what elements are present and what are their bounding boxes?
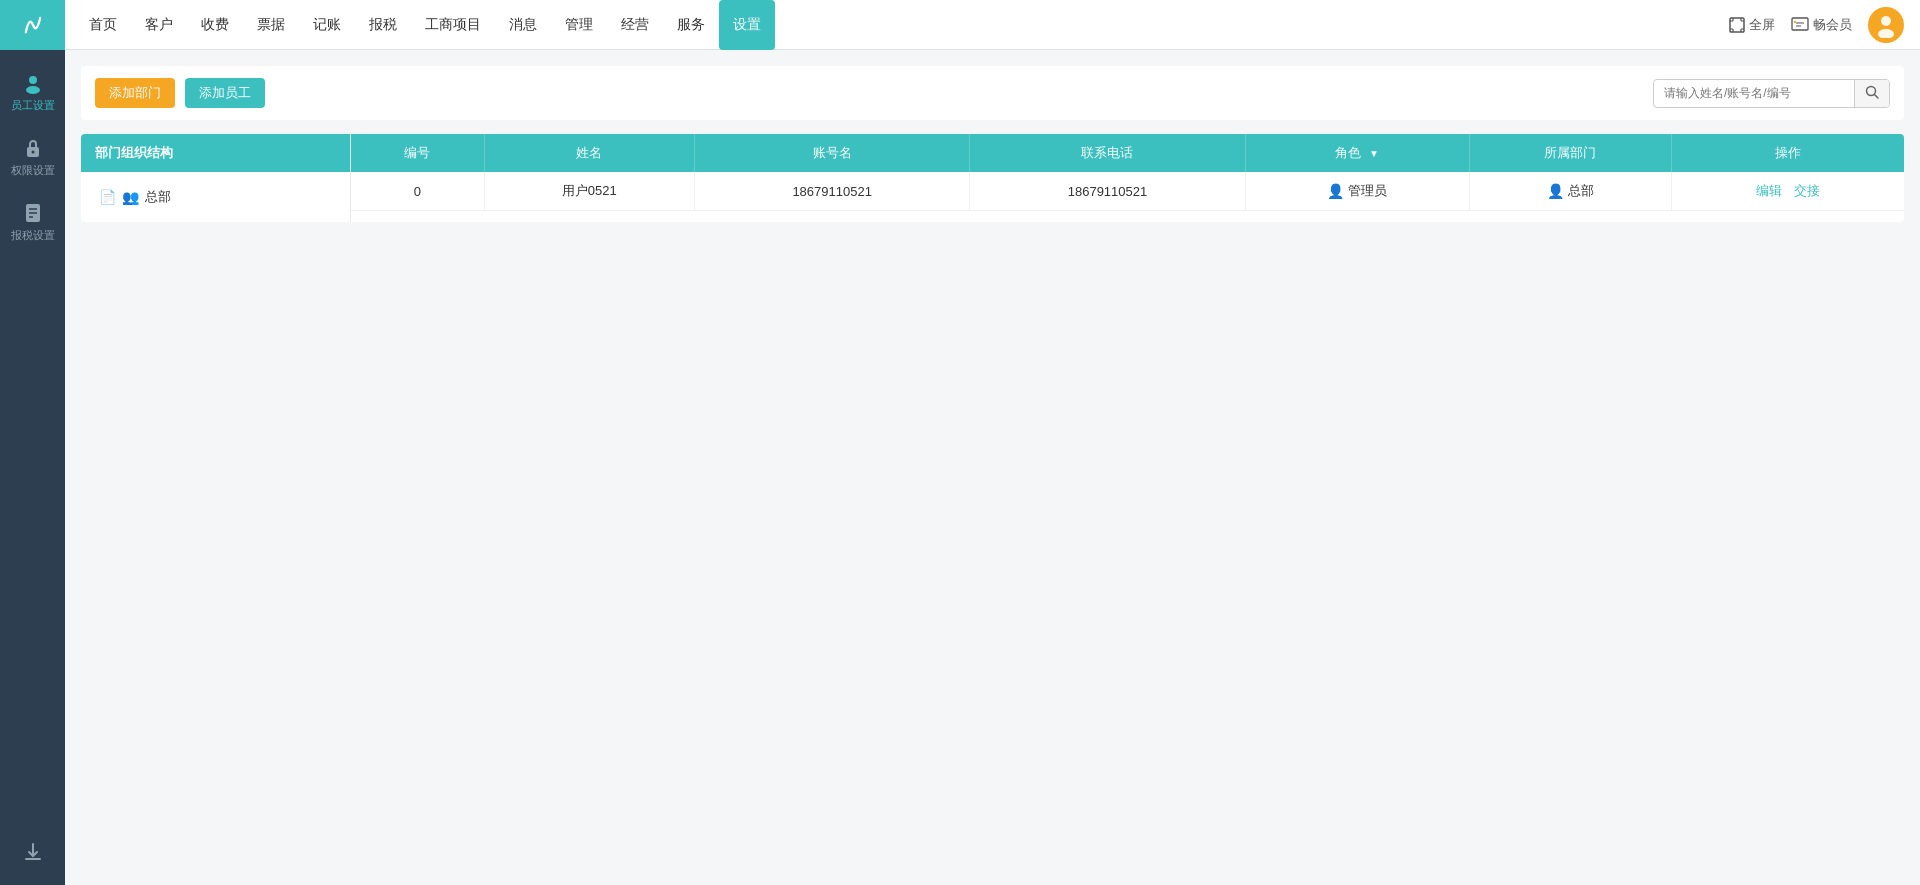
toolbar: 添加部门 添加员工 (81, 66, 1904, 120)
fullscreen-label: 全屏 (1749, 16, 1775, 34)
svg-point-7 (26, 86, 40, 94)
svg-point-4 (1881, 16, 1891, 26)
avatar-icon (1873, 12, 1899, 38)
employee-table: 编号 姓名 账号名 联系电话 角色 ▼ 所属部门 操作 (351, 134, 1904, 211)
col-account: 账号名 (695, 134, 970, 172)
cell-name: 用户0521 (484, 172, 695, 211)
sidebar-tax-label: 报税设置 (11, 228, 55, 243)
svg-rect-3 (1794, 21, 1796, 23)
body-area: 部门组织结构 📄 👥 总部 编号 姓名 账号名 (81, 134, 1904, 222)
sidebar-item-staff[interactable]: 员工设置 (0, 60, 65, 125)
nav-bill[interactable]: 票据 (243, 0, 299, 50)
top-nav: 首页 客户 收费 票据 记账 报税 工商项目 消息 管理 经营 服务 设置 全屏 (0, 0, 1920, 50)
cell-phone: 18679110521 (970, 172, 1245, 211)
main-content: 添加部门 添加员工 部门组织结构 📄 👥 (65, 50, 1920, 885)
col-name: 姓名 (484, 134, 695, 172)
person-settings-icon (22, 72, 44, 94)
col-action: 操作 (1672, 134, 1904, 172)
nav-service[interactable]: 服务 (663, 0, 719, 50)
dept-tree-body: 📄 👥 总部 (81, 172, 350, 222)
cell-id: 0 (351, 172, 484, 211)
fullscreen-btn[interactable]: 全屏 (1729, 16, 1775, 34)
logo-icon (15, 7, 51, 43)
search-button[interactable] (1854, 80, 1889, 107)
cell-account: 18679110521 (695, 172, 970, 211)
nav-customer[interactable]: 客户 (131, 0, 187, 50)
nav-settings[interactable]: 设置 (719, 0, 775, 50)
cell-role: 👤 管理员 (1245, 172, 1469, 211)
member-label: 畅会员 (1813, 16, 1852, 34)
dept-tree-header: 部门组织结构 (81, 134, 350, 172)
nav-items: 首页 客户 收费 票据 记账 报税 工商项目 消息 管理 经营 服务 设置 (65, 0, 1729, 50)
svg-line-12 (1875, 94, 1879, 98)
svg-point-9 (31, 151, 34, 154)
sidebar-bottom (0, 829, 65, 885)
cell-dept: 👤 总部 (1469, 172, 1672, 211)
report-icon (22, 202, 44, 224)
dept-person-icon: 👤 (1547, 183, 1564, 199)
sidebar-item-permission[interactable]: 权限设置 (0, 125, 65, 190)
nav-home[interactable]: 首页 (75, 0, 131, 50)
nav-right: 全屏 畅会员 (1729, 7, 1920, 43)
dept-value: 总部 (1568, 182, 1594, 200)
table-row: 0 用户0521 18679110521 18679110521 👤 管理员 (351, 172, 1904, 211)
table-area: 编号 姓名 账号名 联系电话 角色 ▼ 所属部门 操作 (351, 134, 1904, 222)
nav-tax[interactable]: 报税 (355, 0, 411, 50)
nav-manage[interactable]: 管理 (551, 0, 607, 50)
table-header-row: 编号 姓名 账号名 联系电话 角色 ▼ 所属部门 操作 (351, 134, 1904, 172)
search-icon (1865, 85, 1879, 99)
col-dept: 所属部门 (1469, 134, 1672, 172)
search-input[interactable] (1654, 81, 1854, 105)
edit-link[interactable]: 编辑 (1756, 183, 1782, 198)
fullscreen-icon (1729, 17, 1745, 33)
svg-rect-1 (1730, 18, 1744, 32)
file-icon: 📄 (99, 189, 116, 205)
sort-icon: ▼ (1369, 148, 1379, 159)
nav-operation[interactable]: 经营 (607, 0, 663, 50)
search-box (1653, 79, 1890, 108)
cell-action: 编辑 交接 (1672, 172, 1904, 211)
nav-fee[interactable]: 收费 (187, 0, 243, 50)
sidebar-item-tax[interactable]: 报税设置 (0, 190, 65, 255)
dept-name: 总部 (145, 188, 171, 206)
dept-tree: 部门组织结构 📄 👥 总部 (81, 134, 351, 222)
svg-point-6 (29, 76, 37, 84)
member-icon (1791, 17, 1809, 33)
col-role: 角色 ▼ (1245, 134, 1469, 172)
sidebar-item-download[interactable] (0, 829, 65, 875)
lock-icon (22, 137, 44, 159)
nav-message[interactable]: 消息 (495, 0, 551, 50)
dept-tree-item[interactable]: 📄 👥 总部 (91, 182, 340, 212)
role-person-icon: 👤 (1327, 183, 1344, 199)
user-avatar[interactable] (1868, 7, 1904, 43)
add-dept-button[interactable]: 添加部门 (95, 78, 175, 108)
add-staff-button[interactable]: 添加员工 (185, 78, 265, 108)
dept-people-icon: 👥 (122, 189, 139, 205)
sidebar-staff-label: 员工设置 (11, 98, 55, 113)
svg-point-5 (1878, 29, 1894, 38)
logo-area (0, 0, 65, 50)
col-id: 编号 (351, 134, 484, 172)
svg-rect-2 (1792, 18, 1808, 30)
nav-biz[interactable]: 工商项目 (411, 0, 495, 50)
role-value: 管理员 (1348, 182, 1387, 200)
transfer-link[interactable]: 交接 (1794, 183, 1820, 198)
layout: 员工设置 权限设置 报税设置 (0, 50, 1920, 885)
nav-account[interactable]: 记账 (299, 0, 355, 50)
member-btn[interactable]: 畅会员 (1791, 16, 1852, 34)
sidebar: 员工设置 权限设置 报税设置 (0, 50, 65, 885)
col-phone: 联系电话 (970, 134, 1245, 172)
sidebar-permission-label: 权限设置 (11, 163, 55, 178)
download-icon (22, 841, 44, 863)
